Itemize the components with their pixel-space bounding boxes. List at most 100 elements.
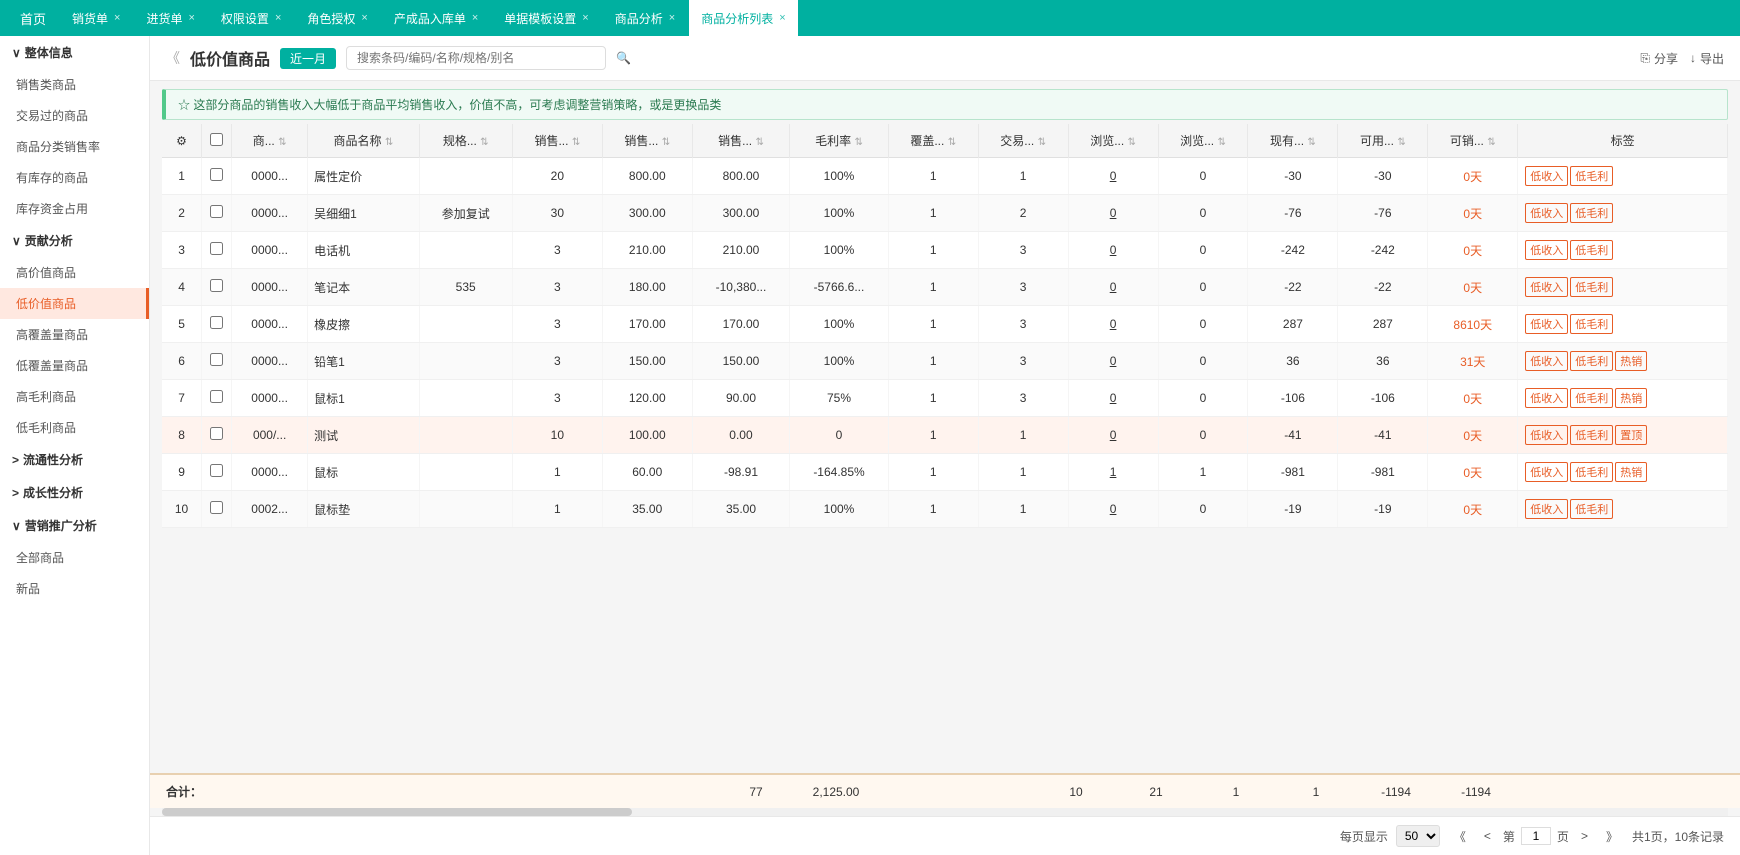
row-checkbox[interactable] — [210, 353, 223, 366]
th-cover[interactable]: 覆盖... ⇅ — [888, 124, 978, 158]
sidebar-item-category-rate[interactable]: 商品分类销售率 — [0, 131, 149, 162]
browse-link[interactable]: 0 — [1110, 169, 1117, 183]
th-available[interactable]: 可用... ⇅ — [1338, 124, 1428, 158]
th-name[interactable]: 商品名称 ⇅ — [308, 124, 419, 158]
nav-product-in-close[interactable]: × — [472, 12, 478, 24]
per-page-select[interactable]: 50 — [1396, 825, 1440, 847]
th-spec[interactable]: 规格... ⇅ — [419, 124, 512, 158]
browse-link[interactable]: 0 — [1110, 243, 1117, 257]
sidebar-item-stocked-products[interactable]: 有库存的商品 — [0, 162, 149, 193]
prev-page-btn[interactable]: < — [1478, 827, 1497, 845]
cell-checkbox[interactable] — [202, 158, 232, 195]
th-settings[interactable]: ⚙ — [162, 124, 202, 158]
nav-product-analysis-list-close[interactable]: × — [779, 12, 785, 24]
nav-purchase-close[interactable]: × — [188, 12, 194, 24]
time-range-tag[interactable]: 近一月 — [280, 48, 336, 69]
row-checkbox[interactable] — [210, 205, 223, 218]
nav-template-close[interactable]: × — [582, 12, 588, 24]
browse-link[interactable]: 0 — [1110, 428, 1117, 442]
sidebar-group-overall[interactable]: ∨ 整体信息 — [0, 36, 149, 69]
nav-home[interactable]: 首页 — [8, 0, 58, 36]
page-input[interactable] — [1521, 827, 1551, 845]
cell-browse1[interactable]: 0 — [1068, 417, 1158, 454]
row-checkbox[interactable] — [210, 168, 223, 181]
th-sale3[interactable]: 销售... ⇅ — [692, 124, 790, 158]
sidebar-item-high-value[interactable]: 高价值商品 — [0, 257, 149, 288]
cell-browse1[interactable]: 0 — [1068, 306, 1158, 343]
browse-link[interactable]: 0 — [1110, 317, 1117, 331]
nav-sales-close[interactable]: × — [114, 12, 120, 24]
sidebar-group-contribution[interactable]: ∨ 贡献分析 — [0, 224, 149, 257]
nav-purchase[interactable]: 进货单× — [134, 0, 206, 36]
row-checkbox[interactable] — [210, 464, 223, 477]
cell-checkbox[interactable] — [202, 269, 232, 306]
sidebar-item-stock-capital[interactable]: 库存资金占用 — [0, 193, 149, 224]
cell-checkbox[interactable] — [202, 343, 232, 380]
export-button[interactable]: ↓ 导出 — [1690, 50, 1724, 67]
nav-sales[interactable]: 销货单× — [60, 0, 132, 36]
th-trade[interactable]: 交易... ⇅ — [978, 124, 1068, 158]
sidebar-item-low-profit[interactable]: 低毛利商品 — [0, 412, 149, 443]
browse-link[interactable]: 0 — [1110, 354, 1117, 368]
search-icon[interactable]: 🔍 — [616, 51, 631, 65]
th-current[interactable]: 现有... ⇅ — [1248, 124, 1338, 158]
row-checkbox[interactable] — [210, 242, 223, 255]
cell-checkbox[interactable] — [202, 232, 232, 269]
nav-product-analysis[interactable]: 商品分析× — [603, 0, 687, 36]
cell-browse1[interactable]: 0 — [1068, 343, 1158, 380]
share-button[interactable]: ⎘ 分享 — [1640, 50, 1678, 67]
nav-role-close[interactable]: × — [361, 12, 367, 24]
cell-browse1[interactable]: 0 — [1068, 491, 1158, 528]
cell-checkbox[interactable] — [202, 491, 232, 528]
sidebar-item-sales-products[interactable]: 销售类商品 — [0, 69, 149, 100]
first-page-btn[interactable]: 《 — [1448, 826, 1472, 847]
nav-permission-close[interactable]: × — [275, 12, 281, 24]
sidebar-collapse-btn[interactable]: 《 — [166, 48, 180, 68]
sidebar-item-low-value[interactable]: 低价值商品 — [0, 288, 149, 319]
row-checkbox[interactable] — [210, 427, 223, 440]
sidebar-item-low-coverage[interactable]: 低覆盖量商品 — [0, 350, 149, 381]
cell-checkbox[interactable] — [202, 380, 232, 417]
sidebar-group-growth[interactable]: > 成长性分析 — [0, 476, 149, 509]
cell-browse1[interactable]: 0 — [1068, 269, 1158, 306]
nav-product-analysis-list[interactable]: 商品分析列表× — [689, 0, 797, 36]
sidebar-group-flow[interactable]: > 流通性分析 — [0, 443, 149, 476]
cell-checkbox[interactable] — [202, 454, 232, 491]
cell-browse1[interactable]: 0 — [1068, 232, 1158, 269]
cell-checkbox[interactable] — [202, 417, 232, 454]
nav-template[interactable]: 单据模板设置× — [492, 0, 600, 36]
cell-browse1[interactable]: 0 — [1068, 380, 1158, 417]
select-all-checkbox[interactable] — [210, 133, 223, 146]
sidebar-item-high-profit[interactable]: 高毛利商品 — [0, 381, 149, 412]
th-tags[interactable]: 标签 — [1518, 124, 1728, 158]
row-checkbox[interactable] — [210, 316, 223, 329]
browse-link[interactable]: 0 — [1110, 206, 1117, 220]
sidebar-item-traded-products[interactable]: 交易过的商品 — [0, 100, 149, 131]
th-sale1[interactable]: 销售... ⇅ — [512, 124, 602, 158]
th-margin[interactable]: 毛利率 ⇅ — [790, 124, 889, 158]
th-browse2[interactable]: 浏览... ⇅ — [1158, 124, 1248, 158]
browse-link[interactable]: 1 — [1110, 465, 1117, 479]
next-page-btn[interactable]: > — [1575, 827, 1594, 845]
sidebar-item-new-products[interactable]: 新品 — [0, 573, 149, 604]
browse-link[interactable]: 0 — [1110, 391, 1117, 405]
th-sale2[interactable]: 销售... ⇅ — [602, 124, 692, 158]
row-checkbox[interactable] — [210, 390, 223, 403]
cell-checkbox[interactable] — [202, 195, 232, 232]
last-page-btn[interactable]: 》 — [1600, 826, 1624, 847]
sidebar-item-all-products[interactable]: 全部商品 — [0, 542, 149, 573]
sidebar-group-marketing[interactable]: ∨ 营销推广分析 — [0, 509, 149, 542]
sidebar-item-high-coverage[interactable]: 高覆盖量商品 — [0, 319, 149, 350]
th-browse1[interactable]: 浏览... ⇅ — [1068, 124, 1158, 158]
cell-checkbox[interactable] — [202, 306, 232, 343]
browse-link[interactable]: 0 — [1110, 280, 1117, 294]
search-input[interactable] — [346, 46, 606, 70]
browse-link[interactable]: 0 — [1110, 502, 1117, 516]
nav-role[interactable]: 角色授权× — [295, 0, 379, 36]
th-code[interactable]: 商... ⇅ — [232, 124, 308, 158]
nav-product-in[interactable]: 产成品入库单× — [382, 0, 490, 36]
table-wrapper[interactable]: ⚙ 商... ⇅ 商品名称 ⇅ 规格... ⇅ 销售... ⇅ 销售... ⇅ … — [150, 124, 1740, 773]
nav-permission[interactable]: 权限设置× — [209, 0, 293, 36]
th-sellable[interactable]: 可销... ⇅ — [1428, 124, 1518, 158]
cell-browse1[interactable]: 1 — [1068, 454, 1158, 491]
